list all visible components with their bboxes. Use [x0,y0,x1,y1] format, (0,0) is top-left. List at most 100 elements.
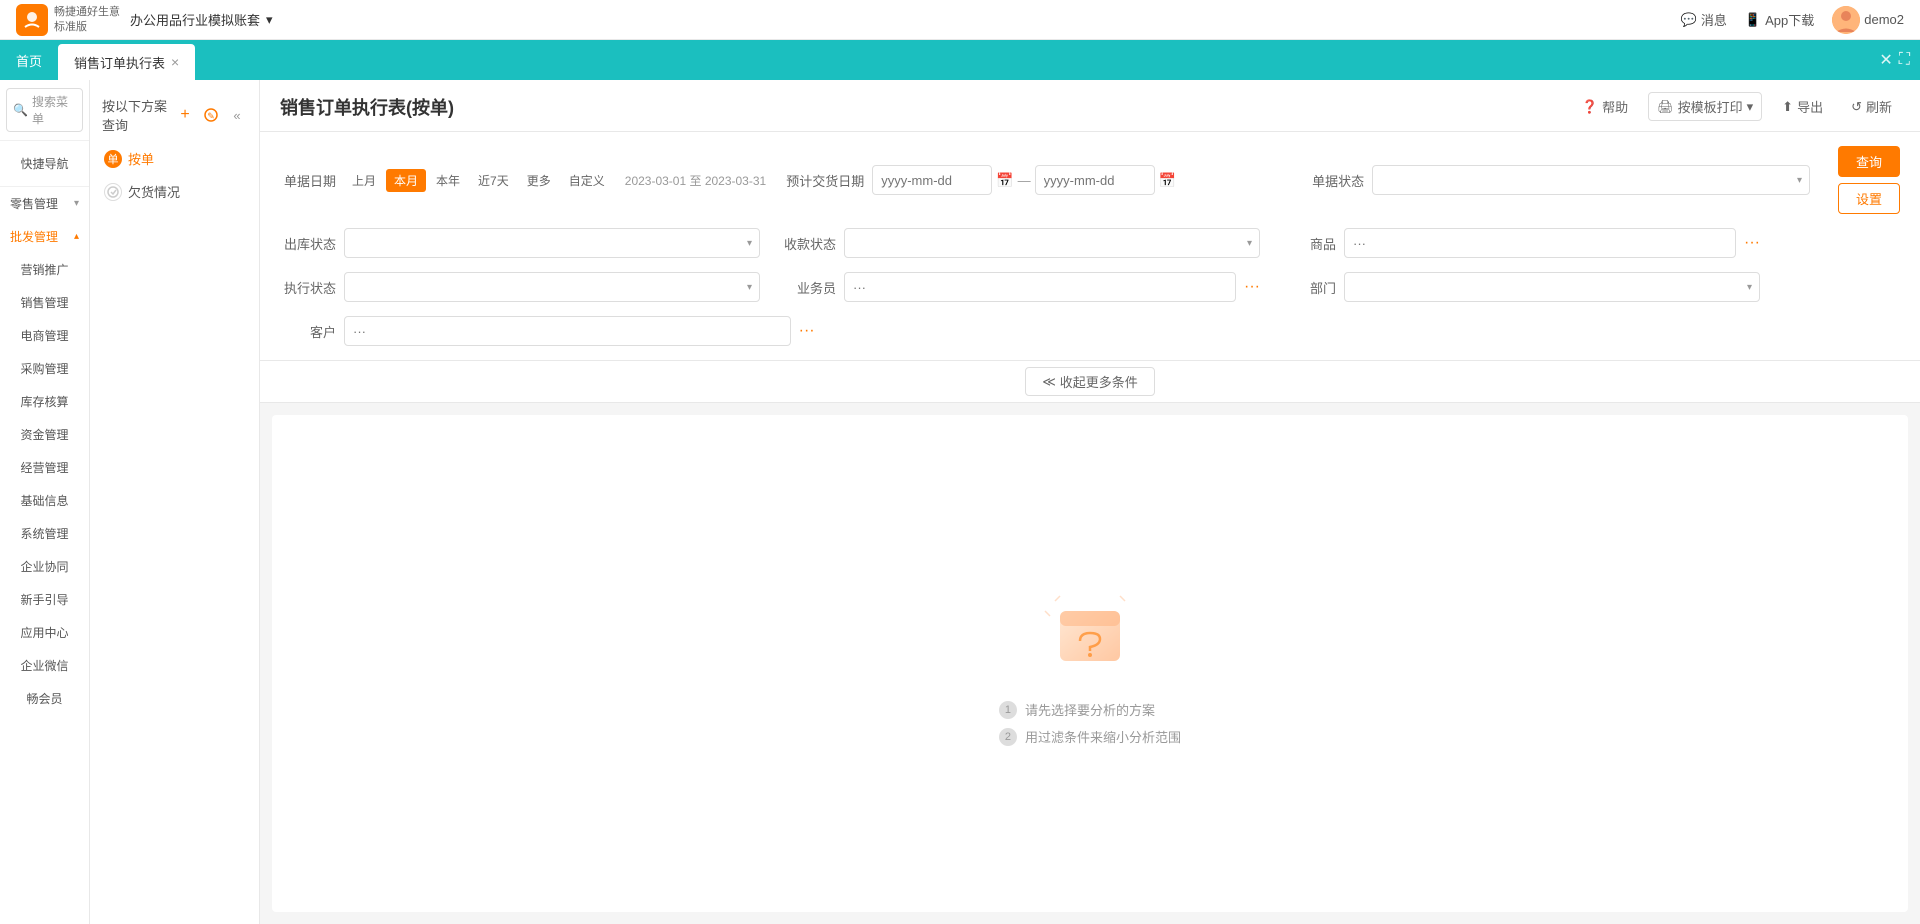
calendar-start-icon[interactable]: 📅 [996,172,1013,189]
exec-status-select[interactable] [344,272,760,302]
customer-ellipsis-icon[interactable]: ··· [799,322,815,340]
print-arrow-icon: ▾ [1747,99,1754,115]
out-status-select[interactable] [344,228,760,258]
logo: 畅捷通好生意 标准版 [16,4,120,36]
breadcrumb-text: 办公用品行业模拟账套 [130,10,260,29]
period-this-month[interactable]: 本月 [386,169,426,192]
plan-item-欠货情况[interactable]: 欠货情况 [90,175,259,208]
refresh-button[interactable]: ↺ 刷新 [1843,93,1900,120]
period-this-year[interactable]: 本年 [428,169,468,192]
quick-nav-section: 快捷导航 [0,141,89,187]
page-title: 销售订单执行表(按单) [280,94,454,120]
tab-close-icon[interactable]: × [171,54,179,70]
plan-item-按单[interactable]: 单 按单 [90,142,259,175]
salesperson-input[interactable] [844,272,1236,302]
step-1-number: 1 [999,701,1017,719]
export-button[interactable]: ⬆ 导出 [1774,93,1831,120]
sidebar-item-purchase[interactable]: 采购管理 [0,352,89,385]
app-download-button[interactable]: 📱 App下载 [1745,10,1814,29]
sidebar-item-wechat[interactable]: 企业微信 [0,649,89,682]
customer-input[interactable] [344,316,791,346]
sidebar-item-ecommerce[interactable]: 电商管理 [0,319,89,352]
query-button[interactable]: 查询 [1838,146,1900,177]
collection-status-select[interactable] [844,228,1260,258]
close-window-icon[interactable]: ✕ [1879,50,1892,70]
sidebar-item-member[interactable]: 畅会员 [0,682,89,715]
dept-label: 部门 [1280,278,1336,297]
sidebar-search-section: 🔍 搜索菜单 [0,80,89,141]
status-select[interactable] [1372,165,1810,195]
plan-icon-按单: 单 [104,150,122,168]
period-last7[interactable]: 近7天 [470,169,517,192]
search-menu-button[interactable]: 🔍 搜索菜单 [6,88,83,132]
expected-date-start[interactable] [872,165,992,195]
collection-status-select-wrapper: ▾ [844,228,1260,258]
status-label: 单据状态 [1308,171,1364,190]
filter-group-customer: 客户 ··· [280,316,815,346]
print-button[interactable]: 🖨 按模板打印 ▾ [1648,92,1762,121]
period-last-month[interactable]: 上月 [344,169,384,192]
user-area[interactable]: demo2 [1832,6,1904,34]
customer-label: 客户 [280,322,336,341]
page-actions: ❓ 帮助 🖨 按模板打印 ▾ ⬆ 导出 ↺ [1574,92,1900,121]
right-panel: 销售订单执行表(按单) ❓ 帮助 🖨 按模板打印 ▾ ⬆ [260,80,1920,924]
sidebar-item-apps[interactable]: 应用中心 [0,616,89,649]
sidebar-item-newuser[interactable]: 新手引导 [0,583,89,616]
maximize-icon[interactable]: ⛶ [1899,51,1910,69]
settings-button[interactable]: 设置 [1838,183,1900,214]
date-separator: — [1018,173,1031,188]
collapse-panel-button[interactable]: « [227,105,247,125]
tab-home[interactable]: 首页 [0,40,58,80]
topbar-right: 💬 消息 📱 App下载 demo2 [1681,6,1904,34]
plan-icon-欠货情况 [104,183,122,201]
goods-ellipsis-icon[interactable]: ··· [1744,234,1760,252]
calendar-end-icon[interactable]: 📅 [1159,172,1176,189]
help-button[interactable]: ❓ 帮助 [1574,93,1636,120]
tab-sales-order-exec[interactable]: 销售订单执行表 × [58,44,195,80]
empty-state: 1 请先选择要分析的方案 2 用过滤条件来缩小分析范围 [999,581,1181,746]
sidebar-item-operations[interactable]: 经营管理 [0,451,89,484]
sidebar-item-finance[interactable]: 资金管理 [0,418,89,451]
sidebar-item-wholesale[interactable]: 批发管理 ▴ [0,220,89,253]
sidebar-item-retail[interactable]: 零售管理 ▾ [0,187,89,220]
exec-status-select-wrapper: ▾ [344,272,760,302]
breadcrumb-arrow: ▾ [266,12,273,28]
expected-date-label: 预计交货日期 [786,171,864,190]
left-panel-title: 按以下方案查询 [102,96,175,134]
salesperson-label: 业务员 [780,278,836,297]
out-status-select-wrapper: ▾ [344,228,760,258]
filter-group-expected-date: 预计交货日期 📅 — 📅 [786,165,1288,195]
message-button[interactable]: 💬 消息 [1681,10,1727,29]
sidebar-item-sales[interactable]: 销售管理 [0,286,89,319]
app-icon: 📱 [1745,12,1761,28]
content-area: 按以下方案查询 + ✎ « 单 按单 [90,80,1920,924]
date-range-text: 2023-03-01 至 2023-03-31 [625,172,766,189]
topbar-left: 畅捷通好生意 标准版 办公用品行业模拟账套 ▾ [16,4,273,36]
logo-icon [16,4,48,36]
breadcrumb: 办公用品行业模拟账套 ▾ [130,10,273,29]
sidebar-item-system[interactable]: 系统管理 [0,517,89,550]
sidebar-item-inventory[interactable]: 库存核算 [0,385,89,418]
salesperson-ellipsis-icon[interactable]: ··· [1244,278,1260,296]
collapse-row: ≪ 收起更多条件 [260,361,1920,403]
filter-area: 单据日期 上月 本月 本年 近7天 更多 自定义 2023-03-01 至 20… [260,132,1920,361]
dept-select[interactable] [1344,272,1760,302]
period-custom[interactable]: 自定义 [561,169,613,192]
sidebar-item-marketing[interactable]: 营销推广 [0,253,89,286]
status-select-wrapper: ▾ [1372,165,1810,195]
sidebar-item-enterprise[interactable]: 企业协同 [0,550,89,583]
expected-date-range: 📅 — 📅 [872,165,1176,195]
sidebar-item-basic[interactable]: 基础信息 [0,484,89,517]
empty-steps: 1 请先选择要分析的方案 2 用过滤条件来缩小分析范围 [999,700,1181,746]
expected-date-end[interactable] [1035,165,1155,195]
period-more[interactable]: 更多 [519,169,559,192]
add-plan-button[interactable]: + [175,105,195,125]
date-label: 单据日期 [280,171,336,190]
goods-input[interactable] [1344,228,1736,258]
edit-plan-button[interactable]: ✎ [201,105,221,125]
page-header: 销售订单执行表(按单) ❓ 帮助 🖨 按模板打印 ▾ ⬆ [260,80,1920,132]
left-panel-header: 按以下方案查询 + ✎ « [90,90,259,142]
collapse-button[interactable]: ≪ 收起更多条件 [1025,367,1155,396]
username: demo2 [1864,12,1904,27]
sidebar-item-quicknav[interactable]: 快捷导航 [0,147,89,180]
